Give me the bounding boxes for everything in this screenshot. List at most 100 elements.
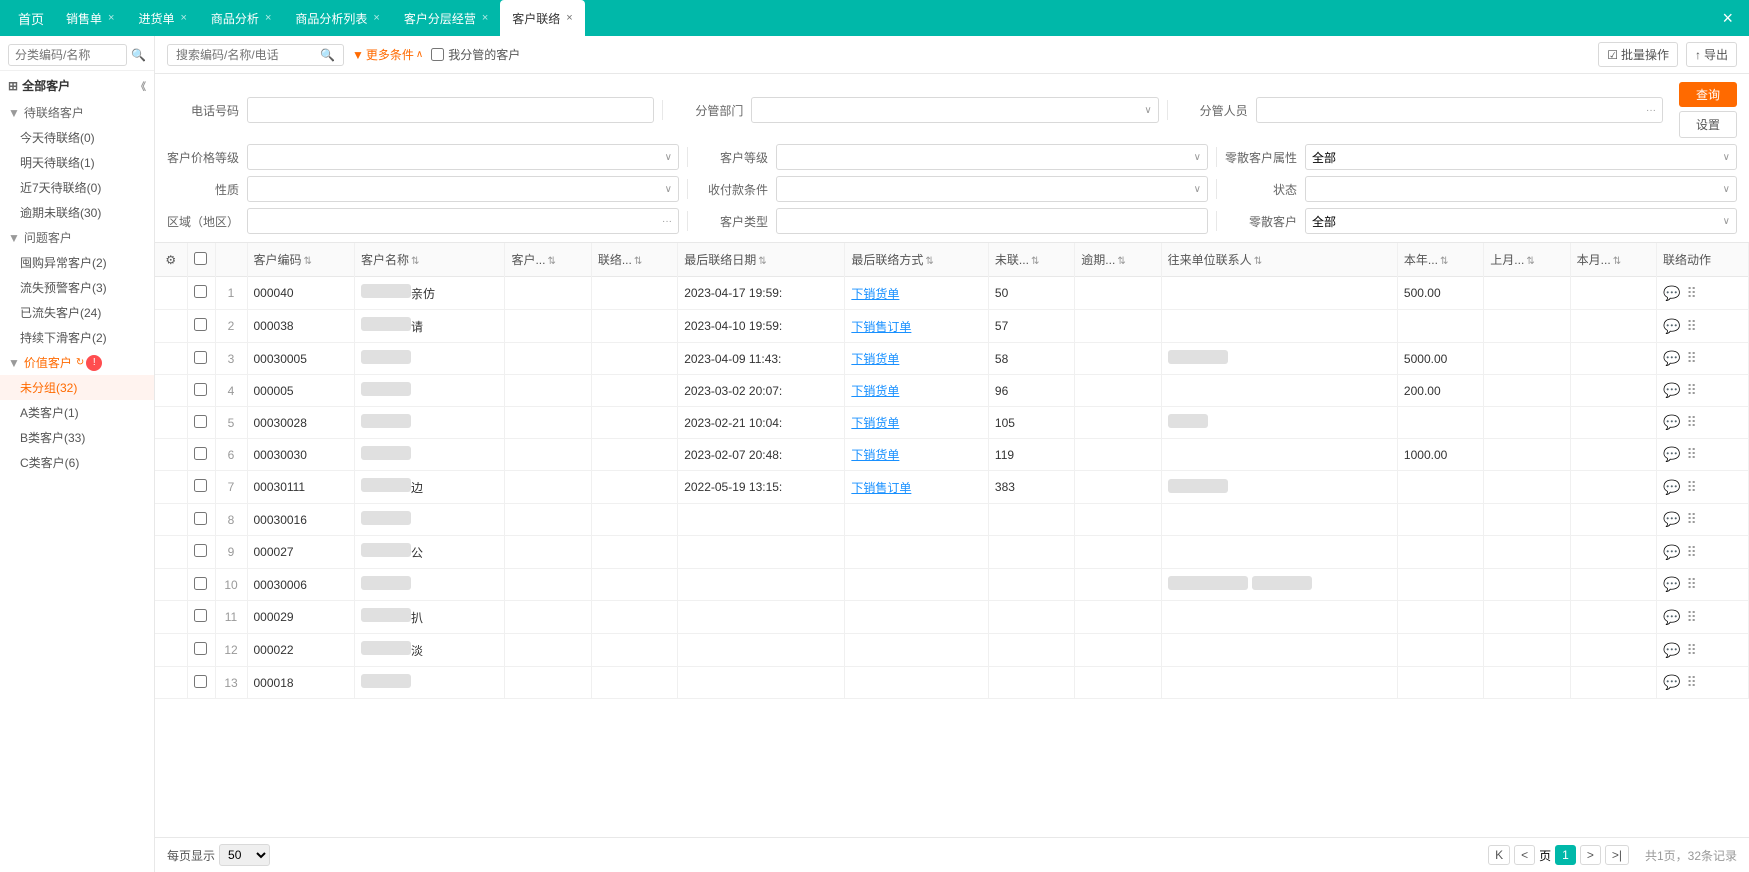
row-checkbox[interactable] [194, 383, 207, 396]
col-last-type[interactable]: 最后联络方式⇅ [845, 243, 989, 277]
message-icon[interactable]: 💬 [1663, 544, 1680, 561]
col-name[interactable]: 客户名称⇅ [354, 243, 504, 277]
last-contact-type[interactable] [845, 536, 989, 569]
contact-type-link[interactable]: 下销售订单 [851, 320, 911, 334]
value-a-class[interactable]: A类客户(1) [0, 400, 154, 425]
message-icon[interactable]: 💬 [1663, 350, 1680, 367]
payment-select[interactable]: ∨ [776, 176, 1208, 202]
prev-page-button[interactable]: < [1514, 845, 1535, 865]
nature-select[interactable]: ∨ [247, 176, 679, 202]
row-checkbox-cell[interactable] [187, 277, 215, 310]
row-checkbox[interactable] [194, 479, 207, 492]
retail-attr-select[interactable]: 全部 ∨ [1305, 144, 1737, 170]
current-page-button[interactable]: 1 [1555, 845, 1576, 865]
action-cell[interactable]: 💬⠿ [1657, 310, 1749, 343]
message-icon[interactable]: 💬 [1663, 382, 1680, 399]
row-checkbox-cell[interactable] [187, 504, 215, 536]
message-icon[interactable]: 💬 [1663, 642, 1680, 659]
more-icon[interactable]: ⠿ [1686, 382, 1696, 399]
export-button[interactable]: ↑ 导出 [1686, 42, 1737, 67]
contact-type-link[interactable]: 下销货单 [851, 384, 899, 398]
row-checkbox[interactable] [194, 577, 207, 590]
col-contacts[interactable]: 往来单位联系人⇅ [1161, 243, 1397, 277]
row-checkbox-cell[interactable] [187, 667, 215, 699]
last-page-button[interactable]: >| [1605, 845, 1629, 865]
row-checkbox-cell[interactable] [187, 310, 215, 343]
tab-product-analysis[interactable]: 商品分析 × [199, 0, 283, 36]
more-icon[interactable]: ⠿ [1686, 446, 1696, 463]
col-last-date[interactable]: 最后联络日期⇅ [678, 243, 845, 277]
last-contact-type[interactable] [845, 569, 989, 601]
action-cell[interactable]: 💬⠿ [1657, 536, 1749, 569]
more-icon[interactable]: ⠿ [1686, 576, 1696, 593]
row-checkbox-cell[interactable] [187, 343, 215, 375]
reset-button[interactable]: 设置 [1679, 111, 1737, 138]
action-cell[interactable]: 💬⠿ [1657, 569, 1749, 601]
action-cell[interactable]: 💬⠿ [1657, 407, 1749, 439]
contact-type-link[interactable]: 下销货单 [851, 352, 899, 366]
row-checkbox-cell[interactable] [187, 569, 215, 601]
problem-customers-group[interactable]: ▼ 问题客户 [0, 225, 154, 250]
action-cell[interactable]: 💬⠿ [1657, 601, 1749, 634]
row-checkbox[interactable] [194, 285, 207, 298]
message-icon[interactable]: 💬 [1663, 674, 1680, 691]
col-overdue[interactable]: 逾期...⇅ [1075, 243, 1161, 277]
retail-customer-select[interactable]: 全部 ∨ [1305, 208, 1737, 234]
more-icon[interactable]: ⠿ [1686, 609, 1696, 626]
problem-churn-warning[interactable]: 流失预警客户(3) [0, 275, 154, 300]
dept-select[interactable]: ∨ [751, 97, 1158, 123]
more-icon[interactable]: ⠿ [1686, 511, 1696, 528]
value-customers-group[interactable]: ▼ 价值客户 ↻ ! [0, 350, 154, 375]
message-icon[interactable]: 💬 [1663, 511, 1680, 528]
batch-ops-button[interactable]: ☑ 批量操作 [1598, 42, 1678, 67]
contact-type-link[interactable]: 下销货单 [851, 416, 899, 430]
row-checkbox-cell[interactable] [187, 536, 215, 569]
phone-input[interactable] [247, 97, 654, 123]
refresh-icon[interactable]: ↻ [76, 357, 84, 368]
tab-product-analysis-close[interactable]: × [265, 12, 271, 24]
problem-declining[interactable]: 持续下滑客户(2) [0, 325, 154, 350]
col-no-contact[interactable]: 未联...⇅ [988, 243, 1074, 277]
select-all-checkbox[interactable] [194, 252, 207, 265]
row-checkbox-cell[interactable] [187, 375, 215, 407]
last-contact-type[interactable]: 下销货单 [845, 439, 989, 471]
more-icon[interactable]: ⠿ [1686, 285, 1696, 302]
tab-customer-contact-close[interactable]: × [566, 12, 572, 24]
contact-type-link[interactable]: 下销货单 [851, 448, 899, 462]
row-checkbox-cell[interactable] [187, 601, 215, 634]
my-customers-checkbox-label[interactable]: 我分管的客户 [431, 46, 520, 63]
problem-abnormal[interactable]: 囤购异常客户(2) [0, 250, 154, 275]
col-contact[interactable]: 联络...⇅ [591, 243, 677, 277]
pending-today[interactable]: 今天待联络(0) [0, 125, 154, 150]
last-contact-type[interactable] [845, 634, 989, 667]
last-contact-type[interactable] [845, 601, 989, 634]
more-icon[interactable]: ⠿ [1686, 544, 1696, 561]
customer-type-select[interactable] [776, 208, 1208, 234]
first-page-button[interactable]: K [1488, 845, 1510, 865]
row-checkbox[interactable] [194, 351, 207, 364]
more-icon[interactable]: ⠿ [1686, 642, 1696, 659]
col-last-month[interactable]: 上月...⇅ [1484, 243, 1570, 277]
row-checkbox[interactable] [194, 642, 207, 655]
row-checkbox-cell[interactable] [187, 407, 215, 439]
manager-select[interactable]: ··· [1256, 97, 1663, 123]
pending-contact-group[interactable]: ▼ 待联络客户 [0, 100, 154, 125]
value-b-class[interactable]: B类客户(33) [0, 425, 154, 450]
pending-tomorrow[interactable]: 明天待联络(1) [0, 150, 154, 175]
pending-7days[interactable]: 近7天待联络(0) [0, 175, 154, 200]
action-cell[interactable]: 💬⠿ [1657, 471, 1749, 504]
page-size-select[interactable]: 50 100 200 [219, 844, 270, 866]
row-checkbox[interactable] [194, 512, 207, 525]
value-ungroup[interactable]: 未分组(32) [0, 375, 154, 400]
customer-level-select[interactable]: ∨ [776, 144, 1208, 170]
action-cell[interactable]: 💬⠿ [1657, 277, 1749, 310]
last-contact-type[interactable]: 下销货单 [845, 407, 989, 439]
search-icon[interactable]: 🔍 [320, 48, 335, 62]
action-cell[interactable]: 💬⠿ [1657, 439, 1749, 471]
last-contact-type[interactable]: 下销货单 [845, 277, 989, 310]
all-customers-section[interactable]: ⊞ 全部客户 《 [0, 71, 154, 100]
more-icon[interactable]: ⠿ [1686, 414, 1696, 431]
my-customers-checkbox[interactable] [431, 48, 444, 61]
tab-customer-segment[interactable]: 客户分层经营 × [392, 0, 500, 36]
action-cell[interactable]: 💬⠿ [1657, 634, 1749, 667]
